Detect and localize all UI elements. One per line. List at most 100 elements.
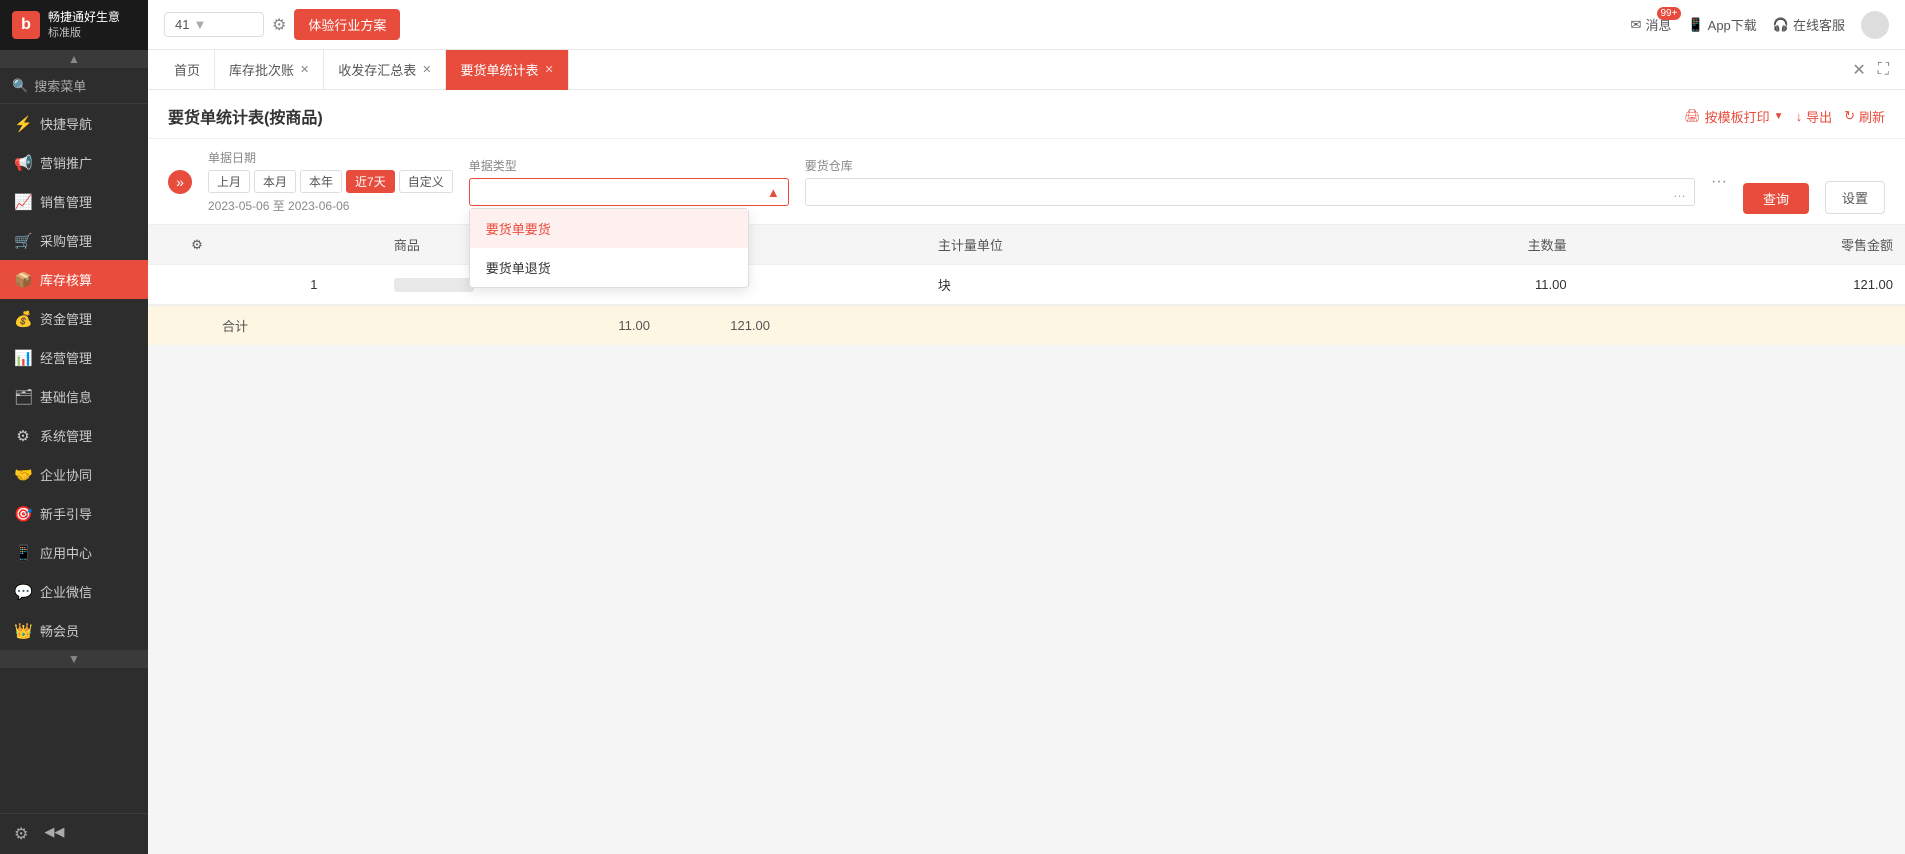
sidebar-item-inventory[interactable]: 📦 库存核算 (0, 260, 148, 299)
sidebar-collapse-btn[interactable]: ◀◀ (44, 824, 64, 844)
date-range-text: 2023-05-06 至 2023-06-06 (208, 197, 453, 214)
trial-button[interactable]: 体验行业方案 (294, 9, 400, 40)
footer-amount: 121.00 (650, 318, 770, 333)
query-button[interactable]: 查询 (1743, 183, 1809, 214)
data-table: ⚙ 商品 主计量单位 主数量 零售金额 1 (148, 225, 1905, 305)
sidebar-scroll-up[interactable]: ▲ (68, 52, 80, 66)
search-menu-item[interactable]: 🔍 搜索菜单 (0, 68, 148, 104)
finance-icon: 💰 (14, 310, 32, 328)
date-this-year-btn[interactable]: 本年 (300, 170, 342, 193)
filter-expand-button[interactable]: » (168, 170, 192, 194)
topbar: 41 ▼ ⚙ 体验行业方案 ✉ 消息 99+ 📱 App下载 🎧 在线客服 (148, 0, 1905, 50)
date-last-month-btn[interactable]: 上月 (208, 170, 250, 193)
dropdown-item-0[interactable]: 要货单要货 (470, 209, 748, 248)
date-this-month-btn[interactable]: 本月 (254, 170, 296, 193)
sidebar-item-system[interactable]: ⚙ 系统管理 (0, 416, 148, 455)
sidebar-item-quick-nav[interactable]: ⚡ 快捷导航 (0, 104, 148, 143)
online-service-item[interactable]: 🎧 在线客服 (1773, 15, 1845, 34)
tab-receive-summary-close[interactable]: ✕ (422, 63, 431, 76)
export-icon: ↓ (1796, 109, 1803, 124)
type-select[interactable]: ▲ (469, 178, 789, 206)
page-header: 要货单统计表(按商品) 🖨 按模板打印 ▼ ↓ 导出 ↻ 刷新 (148, 90, 1905, 139)
marketing-icon: 📢 (14, 154, 32, 172)
logo-icon: b (12, 11, 40, 39)
sidebar-bottom: ⚙ ◀◀ (0, 813, 148, 854)
guide-icon: 🎯 (14, 505, 32, 523)
export-action[interactable]: ↓ 导出 (1796, 107, 1833, 126)
store-selector[interactable]: 41 ▼ (164, 12, 264, 37)
th-settings[interactable]: ⚙ (148, 225, 246, 265)
tabs-bar: 首页 库存批次账 ✕ 收发存汇总表 ✕ 要货单统计表 ✕ ✕ ⛶ (148, 50, 1905, 90)
warehouse-label: 要货仓库 (805, 157, 1695, 174)
type-filter-group: 单据类型 ▲ 要货单要货 要货单退货 (469, 157, 789, 206)
messages-item[interactable]: ✉ 消息 99+ (1631, 15, 1672, 34)
tab-batch-account[interactable]: 库存批次账 ✕ (215, 50, 324, 90)
app-logo: b 畅捷通好生意 标准版 (0, 0, 148, 50)
date-buttons: 上月 本月 本年 近7天 自定义 (208, 170, 453, 193)
content-area: 要货单统计表(按商品) 🖨 按模板打印 ▼ ↓ 导出 ↻ 刷新 » (148, 90, 1905, 854)
warehouse-dropdown-icon: … (1673, 185, 1686, 200)
user-avatar[interactable] (1861, 11, 1889, 39)
td-amount: 121.00 (1579, 265, 1905, 305)
wechat-icon: 💬 (14, 583, 32, 601)
table-header-row: ⚙ 商品 主计量单位 主数量 零售金额 (148, 225, 1905, 265)
tab-order-summary-close[interactable]: ✕ (545, 63, 554, 76)
filter-bar: » 单据日期 上月 本月 本年 近7天 自定义 2023-05-06 至 202… (148, 139, 1905, 225)
sidebar-item-wechat[interactable]: 💬 企业微信 (0, 572, 148, 611)
sidebar-item-marketing[interactable]: 📢 营销推广 (0, 143, 148, 182)
tab-expand-btn[interactable]: ⛶ (1874, 61, 1893, 79)
system-icon: ⚙ (14, 427, 32, 445)
sidebar-settings-icon[interactable]: ⚙ (14, 824, 28, 844)
page-title: 要货单统计表(按商品) (168, 104, 323, 128)
tab-receive-summary[interactable]: 收发存汇总表 ✕ (324, 50, 446, 90)
tab-batch-account-close[interactable]: ✕ (300, 63, 309, 76)
td-settings (148, 265, 246, 305)
footer-qty: 11.00 (530, 318, 650, 333)
refresh-icon: ↻ (1844, 108, 1855, 124)
logo-text: 畅捷通好生意 标准版 (48, 10, 120, 40)
warehouse-input[interactable]: … (805, 178, 1695, 206)
type-select-value (478, 183, 767, 201)
settings-button[interactable]: 设置 (1825, 181, 1885, 214)
sidebar-item-finance[interactable]: 💰 资金管理 (0, 299, 148, 338)
headset-icon: 🎧 (1773, 17, 1789, 33)
td-qty: 11.00 (1252, 265, 1578, 305)
sidebar-item-sales[interactable]: 📈 销售管理 (0, 182, 148, 221)
date-label: 单据日期 (208, 149, 453, 166)
store-dropdown-icon: ▼ (193, 17, 206, 32)
refresh-action[interactable]: ↻ 刷新 (1844, 107, 1885, 126)
tab-order-summary[interactable]: 要货单统计表 ✕ (446, 50, 568, 90)
topbar-settings-icon[interactable]: ⚙ (272, 15, 286, 35)
topbar-right: ✉ 消息 99+ 📱 App下载 🎧 在线客服 (1631, 11, 1889, 39)
type-select-arrow: ▲ (767, 185, 780, 200)
tab-home[interactable]: 首页 (160, 50, 215, 90)
sidebar-item-purchase[interactable]: 🛒 采购管理 (0, 221, 148, 260)
dropdown-item-1[interactable]: 要货单退货 (470, 248, 748, 287)
operations-icon: 📊 (14, 349, 32, 367)
date-custom-btn[interactable]: 自定义 (399, 170, 453, 193)
sidebar-scroll-down[interactable]: ▼ (68, 652, 80, 666)
filter-more-btn[interactable]: ··· (1711, 173, 1727, 191)
app-download-icon: 📱 (1687, 17, 1703, 33)
type-label: 单据类型 (469, 157, 789, 174)
table-footer: 合计 11.00 121.00 (148, 305, 1905, 345)
sidebar-item-app-center[interactable]: 📱 应用中心 (0, 533, 148, 572)
topbar-left: 41 ▼ ⚙ 体验行业方案 (164, 9, 1619, 40)
table-row: 1 块 11.00 121.00 (148, 265, 1905, 305)
app-center-icon: 📱 (14, 544, 32, 562)
print-action[interactable]: 🖨 按模板打印 ▼ (1684, 107, 1783, 126)
sidebar-item-member[interactable]: 👑 畅会员 (0, 611, 148, 650)
column-settings-icon: ⚙ (191, 237, 203, 252)
sidebar-item-operations[interactable]: 📊 经营管理 (0, 338, 148, 377)
tab-close-all-btn[interactable]: ✕ (1848, 60, 1869, 80)
sidebar-item-basic[interactable]: 🗂 基础信息 (0, 377, 148, 416)
print-icon: 🖨 (1684, 108, 1701, 124)
sidebar-item-guide[interactable]: 🎯 新手引导 (0, 494, 148, 533)
search-icon: 🔍 (12, 78, 28, 94)
messages-icon: ✉ (1631, 17, 1642, 33)
main-area: 41 ▼ ⚙ 体验行业方案 ✉ 消息 99+ 📱 App下载 🎧 在线客服 (148, 0, 1905, 854)
th-num (246, 225, 382, 265)
sidebar-item-enterprise[interactable]: 🤝 企业协同 (0, 455, 148, 494)
app-download-item[interactable]: 📱 App下载 (1687, 15, 1756, 34)
date-7days-btn[interactable]: 近7天 (346, 170, 395, 193)
